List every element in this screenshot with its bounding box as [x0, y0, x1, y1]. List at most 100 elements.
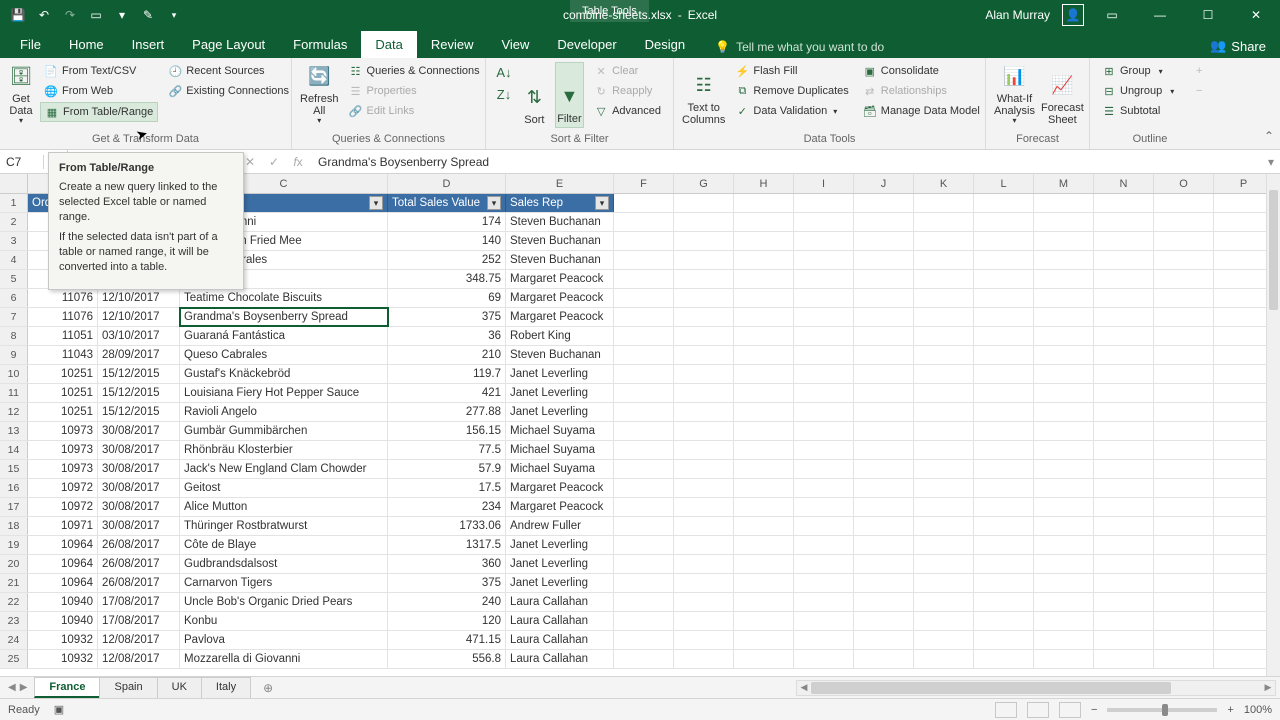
collapse-ribbon-icon[interactable]: ⌃: [1264, 129, 1274, 143]
cell[interactable]: [974, 517, 1034, 535]
cell[interactable]: Guaraná Fantástica: [180, 327, 388, 345]
column-header[interactable]: L: [974, 174, 1034, 193]
sheet-tab-uk[interactable]: UK: [157, 677, 202, 698]
cell[interactable]: [1034, 498, 1094, 516]
cell[interactable]: [794, 194, 854, 212]
qat-dropdown-icon[interactable]: ▾: [166, 7, 182, 23]
cell[interactable]: [674, 517, 734, 535]
cell[interactable]: Janet Leverling: [506, 574, 614, 592]
cell[interactable]: [974, 498, 1034, 516]
row-header[interactable]: 9: [0, 346, 28, 364]
cell[interactable]: [1154, 460, 1214, 478]
cell[interactable]: 119.7: [388, 365, 506, 383]
cell[interactable]: [1094, 251, 1154, 269]
tab-review[interactable]: Review: [417, 31, 488, 58]
cell[interactable]: [1214, 384, 1274, 402]
cell[interactable]: [1154, 612, 1214, 630]
cell[interactable]: [854, 251, 914, 269]
tab-page-layout[interactable]: Page Layout: [178, 31, 279, 58]
cell[interactable]: [734, 289, 794, 307]
cell[interactable]: [734, 232, 794, 250]
cell[interactable]: [794, 517, 854, 535]
cell[interactable]: 12/08/2017: [98, 631, 180, 649]
cell[interactable]: [674, 593, 734, 611]
cell[interactable]: [1034, 536, 1094, 554]
cell[interactable]: [1214, 631, 1274, 649]
cell[interactable]: [794, 346, 854, 364]
recent-sources-button[interactable]: 🕘Recent Sources: [164, 62, 293, 80]
minimize-icon[interactable]: —: [1140, 0, 1180, 30]
cell[interactable]: 15/12/2015: [98, 403, 180, 421]
row-header[interactable]: 12: [0, 403, 28, 421]
cell[interactable]: [854, 650, 914, 668]
cell[interactable]: [614, 327, 674, 345]
cell[interactable]: [794, 536, 854, 554]
cell[interactable]: [734, 270, 794, 288]
cell[interactable]: [794, 460, 854, 478]
ungroup-button[interactable]: ⊟Ungroup▾: [1098, 82, 1178, 100]
cell[interactable]: [854, 536, 914, 554]
cell[interactable]: [974, 460, 1034, 478]
cell[interactable]: [1034, 555, 1094, 573]
cell[interactable]: 10972: [28, 479, 98, 497]
cell[interactable]: 11076: [28, 308, 98, 326]
cell[interactable]: [854, 593, 914, 611]
cell[interactable]: [914, 384, 974, 402]
cell[interactable]: [914, 555, 974, 573]
cell[interactable]: 10964: [28, 555, 98, 573]
row-header[interactable]: 20: [0, 555, 28, 573]
cell[interactable]: [734, 346, 794, 364]
row-header[interactable]: 25: [0, 650, 28, 668]
cell[interactable]: [1214, 289, 1274, 307]
cell[interactable]: 140: [388, 232, 506, 250]
cell[interactable]: [974, 213, 1034, 231]
cell[interactable]: [1154, 251, 1214, 269]
tab-file[interactable]: File: [6, 31, 55, 58]
row-header[interactable]: 14: [0, 441, 28, 459]
cell[interactable]: [674, 270, 734, 288]
tell-me[interactable]: 💡 Tell me what you want to do: [715, 40, 884, 58]
cell[interactable]: [914, 593, 974, 611]
cell[interactable]: [1214, 612, 1274, 630]
cell[interactable]: [1154, 650, 1214, 668]
cell[interactable]: 556.8: [388, 650, 506, 668]
cell[interactable]: [614, 536, 674, 554]
cell[interactable]: [1094, 232, 1154, 250]
cell[interactable]: [974, 555, 1034, 573]
cell[interactable]: 10940: [28, 612, 98, 630]
cell[interactable]: [794, 574, 854, 592]
column-header[interactable]: E: [506, 174, 614, 193]
fx-icon[interactable]: fx: [286, 155, 310, 169]
sheet-nav[interactable]: ◀ ▶: [0, 682, 35, 693]
existing-connections-button[interactable]: 🔗Existing Connections: [164, 82, 293, 100]
cell[interactable]: [614, 346, 674, 364]
cell[interactable]: Robert King: [506, 327, 614, 345]
clear-button[interactable]: ✕Clear: [590, 62, 665, 80]
cell[interactable]: [1214, 422, 1274, 440]
cell[interactable]: [854, 460, 914, 478]
cell[interactable]: [674, 384, 734, 402]
cell[interactable]: [914, 441, 974, 459]
enter-formula-icon[interactable]: ✓: [262, 155, 286, 169]
cell[interactable]: 36: [388, 327, 506, 345]
cell[interactable]: [1034, 631, 1094, 649]
column-header[interactable]: K: [914, 174, 974, 193]
table-header[interactable]: Total Sales Value▾: [388, 194, 506, 212]
cell[interactable]: [1094, 631, 1154, 649]
cell[interactable]: 12/10/2017: [98, 289, 180, 307]
cell[interactable]: Laura Callahan: [506, 631, 614, 649]
cell[interactable]: [974, 346, 1034, 364]
reapply-button[interactable]: ↻Reapply: [590, 82, 665, 100]
cell[interactable]: Margaret Peacock: [506, 479, 614, 497]
cell[interactable]: [1094, 194, 1154, 212]
cell[interactable]: [1034, 479, 1094, 497]
hide-detail-button[interactable]: −: [1188, 82, 1210, 100]
cell[interactable]: [854, 574, 914, 592]
cell[interactable]: 156.15: [388, 422, 506, 440]
group-button[interactable]: ⊞Group▾: [1098, 62, 1178, 80]
cell[interactable]: [1154, 213, 1214, 231]
cell[interactable]: [614, 574, 674, 592]
cell[interactable]: 69: [388, 289, 506, 307]
cell[interactable]: [854, 517, 914, 535]
cell[interactable]: [854, 270, 914, 288]
